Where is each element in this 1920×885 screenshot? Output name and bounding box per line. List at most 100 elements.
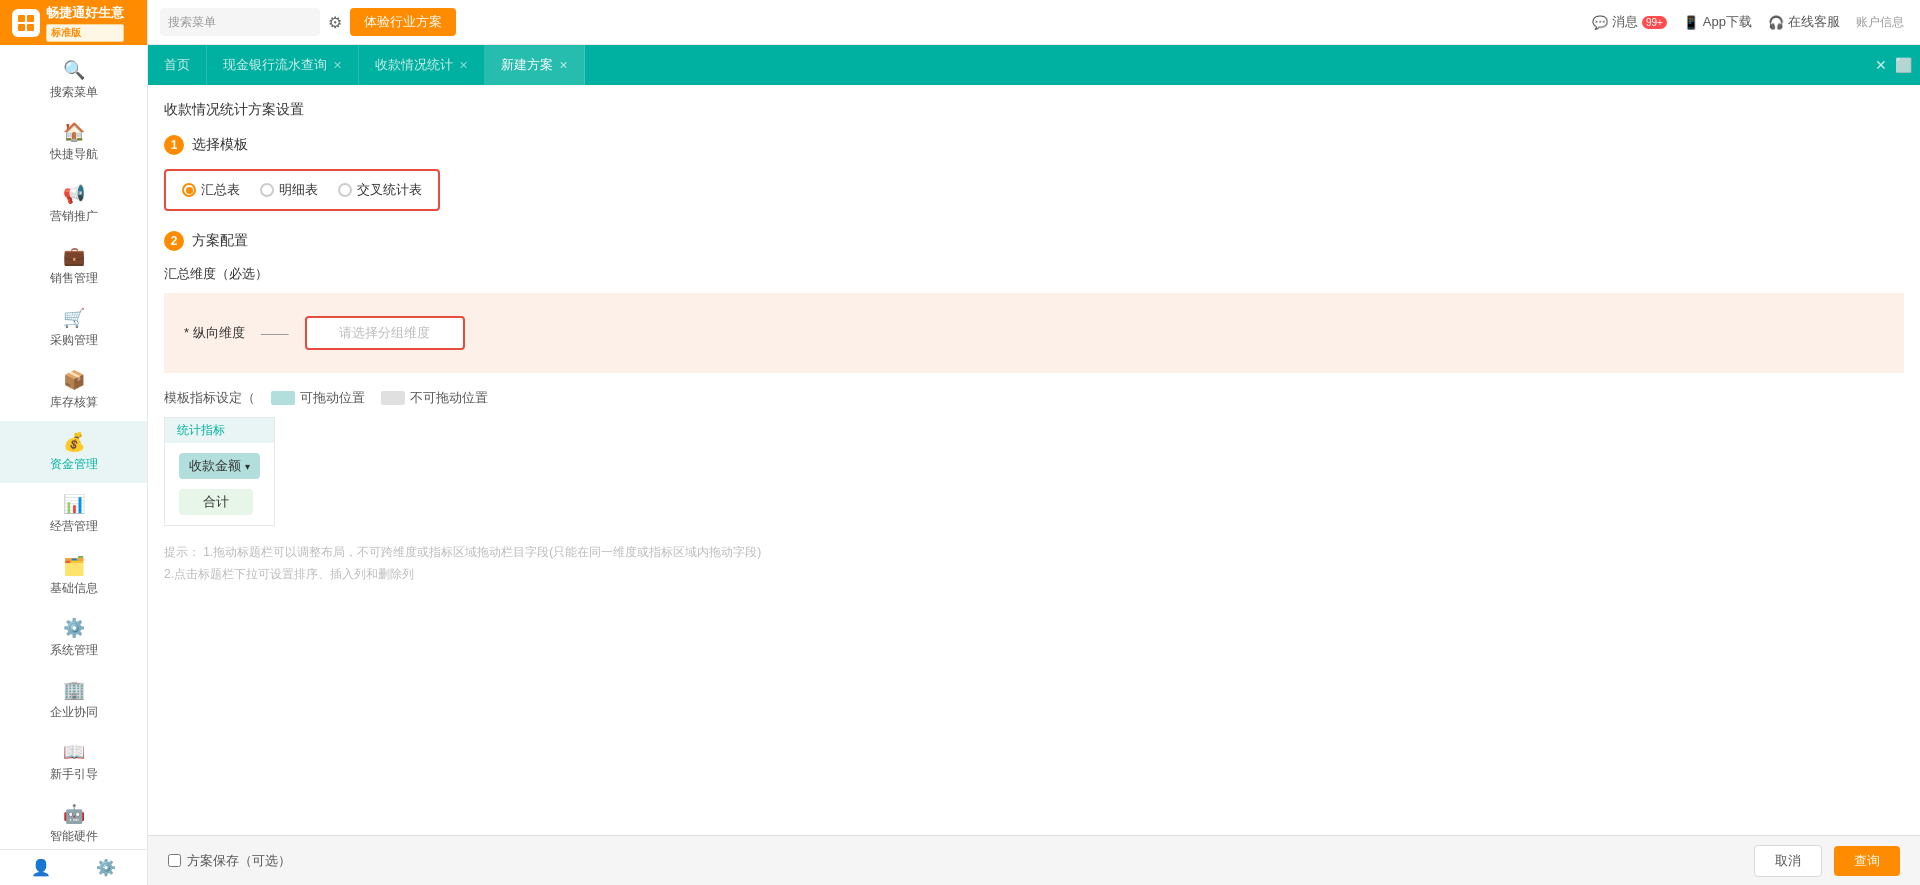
collab-icon: 🏢 bbox=[63, 679, 85, 701]
tab-new-plan-label: 新建方案 bbox=[501, 56, 553, 74]
indicator-tag-amount[interactable]: 收款金额 ▾ bbox=[179, 453, 260, 479]
tab-new-plan-close[interactable]: ✕ bbox=[559, 59, 568, 72]
notification-item[interactable]: 💬 消息 99+ bbox=[1592, 13, 1667, 31]
radio-summary-circle bbox=[182, 183, 196, 197]
svg-rect-2 bbox=[18, 24, 25, 31]
section1-title: 选择模板 bbox=[192, 136, 248, 154]
search-icon: 🔍 bbox=[63, 59, 85, 81]
sidebar-bottom-settings[interactable]: ⚙️ bbox=[96, 858, 116, 877]
sidebar-item-basic[interactable]: 🗂️ 基础信息 bbox=[0, 545, 147, 607]
indicator-dropdown-icon: ▾ bbox=[245, 461, 250, 472]
section-config: 2 方案配置 汇总维度（必选） * 纵向维度 —— 请选择分组维度 模板指标设定… bbox=[164, 231, 1904, 585]
sidebar-item-system[interactable]: ⚙️ 系统管理 bbox=[0, 607, 147, 669]
radio-crosstab-label: 交叉统计表 bbox=[357, 181, 422, 199]
section2-number: 2 bbox=[164, 231, 184, 251]
sidebar-item-label: 基础信息 bbox=[50, 580, 98, 597]
main-content: 收款情况统计方案设置 1 选择模板 汇总表 明细表 交叉统计表 bbox=[148, 85, 1920, 885]
sidebar-item-label: 营销推广 bbox=[50, 208, 98, 225]
sidebar-item-label: 采购管理 bbox=[50, 332, 98, 349]
sidebar-item-finance[interactable]: 💰 资金管理 bbox=[0, 421, 147, 483]
indicator-tags-row: 收款金额 ▾ bbox=[177, 451, 262, 481]
gear-icon[interactable]: ⚙ bbox=[328, 13, 342, 32]
sidebar-logo: 畅捷通好生意 标准版 bbox=[0, 0, 147, 45]
cancel-button[interactable]: 取消 bbox=[1754, 845, 1822, 877]
support-item[interactable]: 🎧 在线客服 bbox=[1768, 13, 1840, 31]
tab-receipts-close[interactable]: ✕ bbox=[459, 59, 468, 72]
indicator-table: 统计指标 收款金额 ▾ 合计 bbox=[164, 417, 275, 526]
footer-left: 方案保存（可选） bbox=[168, 852, 291, 870]
finance-icon: 💰 bbox=[63, 431, 85, 453]
tip-2: 2.点击标题栏下拉可设置排序、插入列和删除列 bbox=[164, 564, 1904, 586]
indicator-content: 收款金额 ▾ 合计 bbox=[165, 443, 274, 525]
radio-detail-circle bbox=[260, 183, 274, 197]
section1-number: 1 bbox=[164, 135, 184, 155]
tips-section: 提示： 1.拖动标题栏可以调整布局，不可跨维度或指标区域拖动栏目字段(只能在同一… bbox=[164, 542, 1904, 585]
tab-receipts-label: 收款情况统计 bbox=[375, 56, 453, 74]
expand-window-btn[interactable]: ⬜ bbox=[1895, 57, 1912, 73]
sidebar-item-sales[interactable]: 💼 销售管理 bbox=[0, 235, 147, 297]
draggable-label: 可拖动位置 bbox=[300, 389, 365, 407]
sidebar-item-collab[interactable]: 🏢 企业协同 bbox=[0, 669, 147, 731]
indicator-settings-label: 模板指标设定（ bbox=[164, 389, 255, 407]
section1-header: 1 选择模板 bbox=[164, 135, 1904, 155]
draggable-legend-box bbox=[271, 391, 295, 405]
basic-icon: 🗂️ bbox=[63, 555, 85, 577]
user-account[interactable]: 账户信息 bbox=[1856, 14, 1904, 31]
indicator-section-header: 统计指标 bbox=[165, 418, 274, 443]
radio-detail[interactable]: 明细表 bbox=[260, 181, 318, 199]
indicator-amount-label: 收款金额 bbox=[189, 457, 241, 475]
sidebar-item-inventory[interactable]: 📦 库存核算 bbox=[0, 359, 147, 421]
section2-header: 2 方案配置 bbox=[164, 231, 1904, 251]
radio-crosstab[interactable]: 交叉统计表 bbox=[338, 181, 422, 199]
tab-new-plan[interactable]: 新建方案 ✕ bbox=[485, 45, 585, 85]
tab-home[interactable]: 首页 bbox=[148, 45, 207, 85]
tab-spacer bbox=[585, 45, 1867, 85]
sidebar-item-management[interactable]: 📊 经营管理 bbox=[0, 483, 147, 545]
dimension-select[interactable]: 请选择分组维度 bbox=[305, 316, 465, 350]
purchase-icon: 🛒 bbox=[63, 307, 85, 329]
system-icon: ⚙️ bbox=[63, 617, 85, 639]
sidebar-item-label: 智能硬件 bbox=[50, 828, 98, 845]
radio-summary[interactable]: 汇总表 bbox=[182, 181, 240, 199]
tip-1: 提示： 1.拖动标题栏可以调整布局，不可跨维度或指标区域拖动栏目字段(只能在同一… bbox=[164, 542, 1904, 564]
download-label: App下载 bbox=[1703, 13, 1752, 31]
sidebar-item-marketing[interactable]: 📢 营销推广 bbox=[0, 173, 147, 235]
close-window-btn[interactable]: ✕ bbox=[1875, 57, 1887, 73]
sidebar-item-search[interactable]: 🔍 搜索菜单 bbox=[0, 49, 147, 111]
vertical-dim-label: * 纵向维度 bbox=[184, 324, 245, 342]
save-option[interactable]: 方案保存（可选） bbox=[168, 852, 291, 870]
template-radio-group: 汇总表 明细表 交叉统计表 bbox=[164, 169, 440, 211]
non-draggable-label: 不可拖动位置 bbox=[410, 389, 488, 407]
edition-tag: 标准版 bbox=[46, 24, 124, 42]
trial-button[interactable]: 体验行业方案 bbox=[350, 8, 456, 36]
sidebar-item-nav[interactable]: 🏠 快捷导航 bbox=[0, 111, 147, 173]
header-right: 💬 消息 99+ 📱 App下载 🎧 在线客服 账户信息 bbox=[1576, 13, 1920, 31]
header-left: 搜索菜单 ⚙ 体验行业方案 bbox=[148, 8, 1576, 36]
download-item[interactable]: 📱 App下载 bbox=[1683, 13, 1752, 31]
sidebar-item-hardware[interactable]: 🤖 智能硬件 bbox=[0, 793, 147, 849]
notification-badge: 99+ bbox=[1642, 16, 1667, 29]
dimension-group-label: 汇总维度（必选） bbox=[164, 265, 1904, 283]
query-button[interactable]: 查询 bbox=[1834, 846, 1900, 876]
indicator-section-label: 统计指标 bbox=[177, 423, 225, 437]
tab-receipts[interactable]: 收款情况统计 ✕ bbox=[359, 45, 485, 85]
sidebar-item-label: 搜索菜单 bbox=[50, 84, 98, 101]
search-bar[interactable]: 搜索菜单 bbox=[160, 8, 320, 36]
save-checkbox[interactable] bbox=[168, 854, 181, 867]
support-label: 在线客服 bbox=[1788, 13, 1840, 31]
legend-draggable: 可拖动位置 bbox=[271, 389, 365, 407]
svg-rect-3 bbox=[27, 24, 34, 31]
sales-icon: 💼 bbox=[63, 245, 85, 267]
page-content: 收款情况统计方案设置 1 选择模板 汇总表 明细表 交叉统计表 bbox=[148, 85, 1920, 835]
sidebar-bottom-user[interactable]: 👤 bbox=[31, 858, 51, 877]
radio-crosstab-circle bbox=[338, 183, 352, 197]
sidebar-nav: 🔍 搜索菜单 🏠 快捷导航 📢 营销推广 💼 销售管理 🛒 采购管理 📦 库存核… bbox=[0, 45, 147, 849]
sidebar-item-label: 企业协同 bbox=[50, 704, 98, 721]
radio-summary-label: 汇总表 bbox=[201, 181, 240, 199]
sidebar-item-purchase[interactable]: 🛒 采购管理 bbox=[0, 297, 147, 359]
tab-bank-flow[interactable]: 现金银行流水查询 ✕ bbox=[207, 45, 359, 85]
sidebar-item-guide[interactable]: 📖 新手引导 bbox=[0, 731, 147, 793]
tab-bank-flow-close[interactable]: ✕ bbox=[333, 59, 342, 72]
hardware-icon: 🤖 bbox=[63, 803, 85, 825]
marketing-icon: 📢 bbox=[63, 183, 85, 205]
